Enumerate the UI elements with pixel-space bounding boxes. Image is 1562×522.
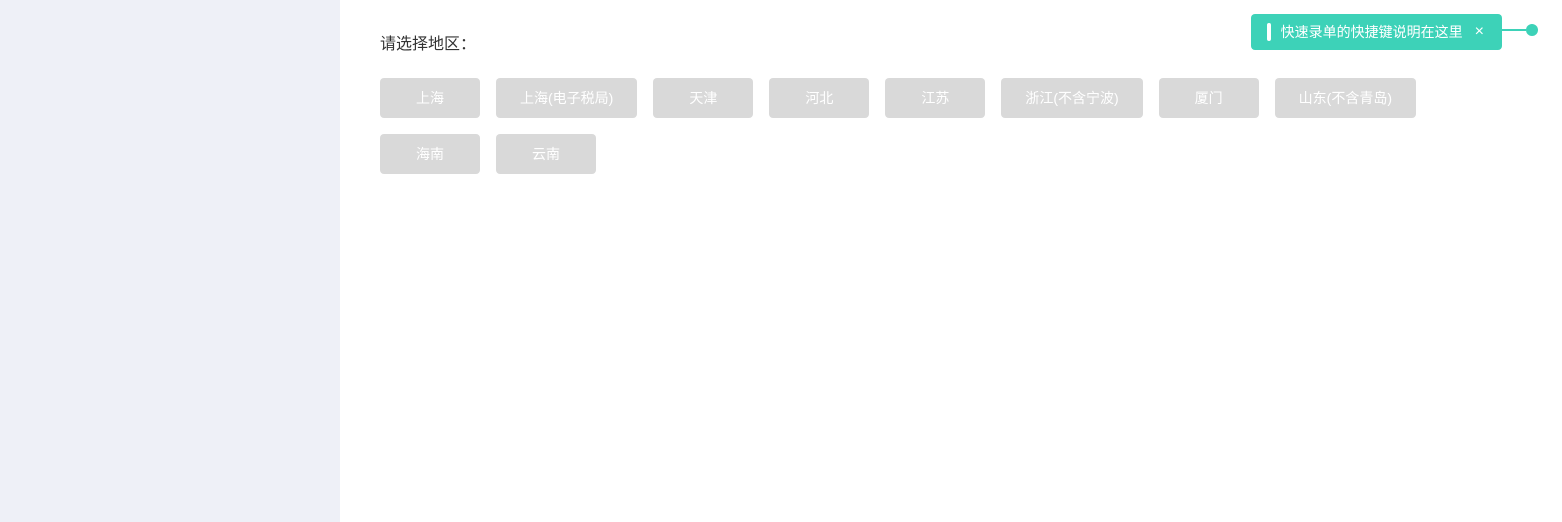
sidebar: [0, 0, 340, 522]
region-button[interactable]: 浙江(不含宁波): [1001, 78, 1142, 118]
region-button[interactable]: 云南: [496, 134, 596, 174]
dot-indicator: [1526, 24, 1538, 36]
tooltip-label: 快速录单的快捷键说明在这里: [1281, 22, 1463, 42]
region-button[interactable]: 厦门: [1159, 78, 1259, 118]
region-button[interactable]: 海南: [380, 134, 480, 174]
region-button[interactable]: 天津: [653, 78, 753, 118]
tooltip-banner: 快速录单的快捷键说明在这里 ×: [1251, 14, 1502, 50]
main-content: 请选择地区： 上海上海(电子税局)天津河北江苏浙江(不含宁波)厦门山东(不含青岛…: [340, 0, 1562, 522]
region-button[interactable]: 河北: [769, 78, 869, 118]
tooltip-bar-icon: [1267, 23, 1271, 41]
tooltip-close-button[interactable]: ×: [1473, 24, 1486, 40]
connector-line: [1502, 29, 1526, 31]
region-button[interactable]: 上海: [380, 78, 480, 118]
region-button[interactable]: 山东(不含青岛): [1275, 78, 1416, 118]
region-button[interactable]: 江苏: [885, 78, 985, 118]
region-button[interactable]: 上海(电子税局): [496, 78, 637, 118]
region-buttons-container: 上海上海(电子税局) 天津河北江苏浙江(不含宁波) 厦门山东(不含青岛) 海南云南: [380, 78, 1522, 174]
